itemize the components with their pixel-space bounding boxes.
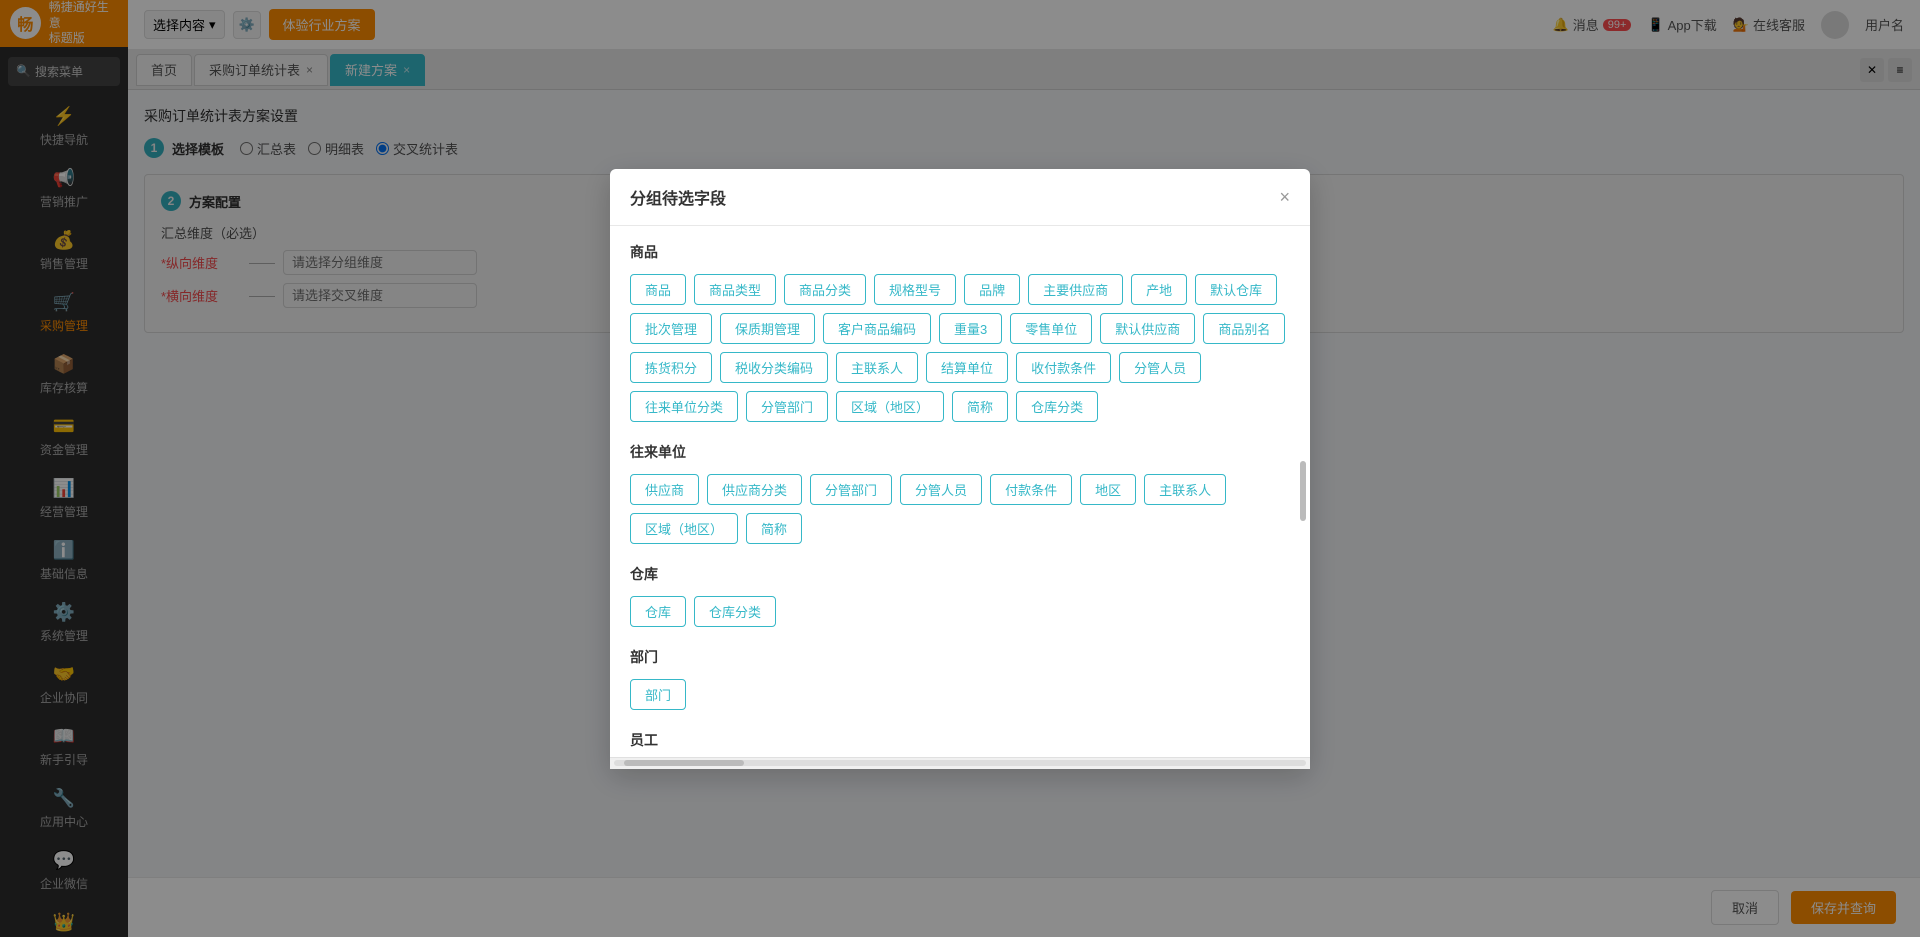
field-wh[interactable]: 仓库	[630, 596, 686, 627]
field-grid-product: 商品 商品类型 商品分类 规格型号 品牌 主要供应商 产地 默认仓库 批次管理 …	[630, 274, 1290, 422]
field-settle-unit[interactable]: 结算单位	[926, 352, 1008, 383]
modal-overlay[interactable]: 分组待选字段 × 商品 商品 商品类型 商品分类 规格型号 品牌 主要供应商 产…	[0, 0, 1920, 937]
field-main-contact[interactable]: 主联系人	[836, 352, 918, 383]
field-shelf-life[interactable]: 保质期管理	[720, 313, 815, 344]
modal-section-staff: 员工 业务员	[630, 730, 1290, 757]
field-retail-unit[interactable]: 零售单位	[1010, 313, 1092, 344]
section-title-warehouse: 仓库	[630, 564, 1290, 584]
hscroll-track	[614, 760, 1306, 766]
field-grid-warehouse: 仓库 仓库分类	[630, 596, 1290, 627]
modal-section-warehouse: 仓库 仓库 仓库分类	[630, 564, 1290, 627]
field-origin[interactable]: 产地	[1131, 274, 1187, 305]
field-product-type[interactable]: 商品类型	[694, 274, 776, 305]
modal-vertical-scrollbar[interactable]	[1300, 461, 1306, 521]
modal-close-button[interactable]: ×	[1279, 188, 1290, 206]
field-area2[interactable]: 区域（地区）	[630, 513, 738, 544]
field-contact[interactable]: 主联系人	[1144, 474, 1226, 505]
field-short-name[interactable]: 简称	[952, 391, 1008, 422]
field-customer-code[interactable]: 客户商品编码	[823, 313, 931, 344]
field-grid-dept: 部门	[630, 679, 1290, 710]
field-default-supplier[interactable]: 默认供应商	[1100, 313, 1195, 344]
modal-body: 商品 商品 商品类型 商品分类 规格型号 品牌 主要供应商 产地 默认仓库 批次…	[610, 226, 1310, 757]
field-person[interactable]: 分管人员	[900, 474, 982, 505]
field-pay-terms[interactable]: 付款条件	[990, 474, 1072, 505]
field-wh-category[interactable]: 仓库分类	[694, 596, 776, 627]
field-supplier[interactable]: 供应商	[630, 474, 699, 505]
modal-section-product: 商品 商品 商品类型 商品分类 规格型号 品牌 主要供应商 产地 默认仓库 批次…	[630, 242, 1290, 422]
field-default-warehouse[interactable]: 默认仓库	[1195, 274, 1277, 305]
field-manage-dept[interactable]: 分管部门	[746, 391, 828, 422]
modal-section-counterpart: 往来单位 供应商 供应商分类 分管部门 分管人员 付款条件 地区 主联系人 区域…	[630, 442, 1290, 544]
field-area-region[interactable]: 区域（地区）	[836, 391, 944, 422]
hscroll-thumb[interactable]	[624, 760, 744, 766]
field-batch-mgmt[interactable]: 批次管理	[630, 313, 712, 344]
field-product-alias[interactable]: 商品别名	[1203, 313, 1285, 344]
section-title-dept: 部门	[630, 647, 1290, 667]
section-title-product: 商品	[630, 242, 1290, 262]
field-payment-terms[interactable]: 收付款条件	[1016, 352, 1111, 383]
field-tax-code[interactable]: 税收分类编码	[720, 352, 828, 383]
section-title-counterpart: 往来单位	[630, 442, 1290, 462]
field-select-modal: 分组待选字段 × 商品 商品 商品类型 商品分类 规格型号 品牌 主要供应商 产…	[610, 169, 1310, 769]
field-pick-score[interactable]: 拣货积分	[630, 352, 712, 383]
modal-title: 分组待选字段	[630, 185, 726, 209]
field-product[interactable]: 商品	[630, 274, 686, 305]
field-region[interactable]: 地区	[1080, 474, 1136, 505]
field-main-supplier[interactable]: 主要供应商	[1028, 274, 1123, 305]
modal-header: 分组待选字段 ×	[610, 169, 1310, 226]
field-counterpart-category[interactable]: 往来单位分类	[630, 391, 738, 422]
field-supplier-category[interactable]: 供应商分类	[707, 474, 802, 505]
modal-section-dept: 部门 部门	[630, 647, 1290, 710]
field-weight[interactable]: 重量3	[939, 313, 1002, 344]
field-brand[interactable]: 品牌	[964, 274, 1020, 305]
section-title-staff: 员工	[630, 730, 1290, 750]
field-product-category[interactable]: 商品分类	[784, 274, 866, 305]
field-dept[interactable]: 分管部门	[810, 474, 892, 505]
field-abbr[interactable]: 简称	[746, 513, 802, 544]
field-department[interactable]: 部门	[630, 679, 686, 710]
field-grid-counterpart: 供应商 供应商分类 分管部门 分管人员 付款条件 地区 主联系人 区域（地区） …	[630, 474, 1290, 544]
modal-horizontal-scrollbar[interactable]	[610, 757, 1310, 769]
field-warehouse-category[interactable]: 仓库分类	[1016, 391, 1098, 422]
field-spec-model[interactable]: 规格型号	[874, 274, 956, 305]
field-manager[interactable]: 分管人员	[1119, 352, 1201, 383]
